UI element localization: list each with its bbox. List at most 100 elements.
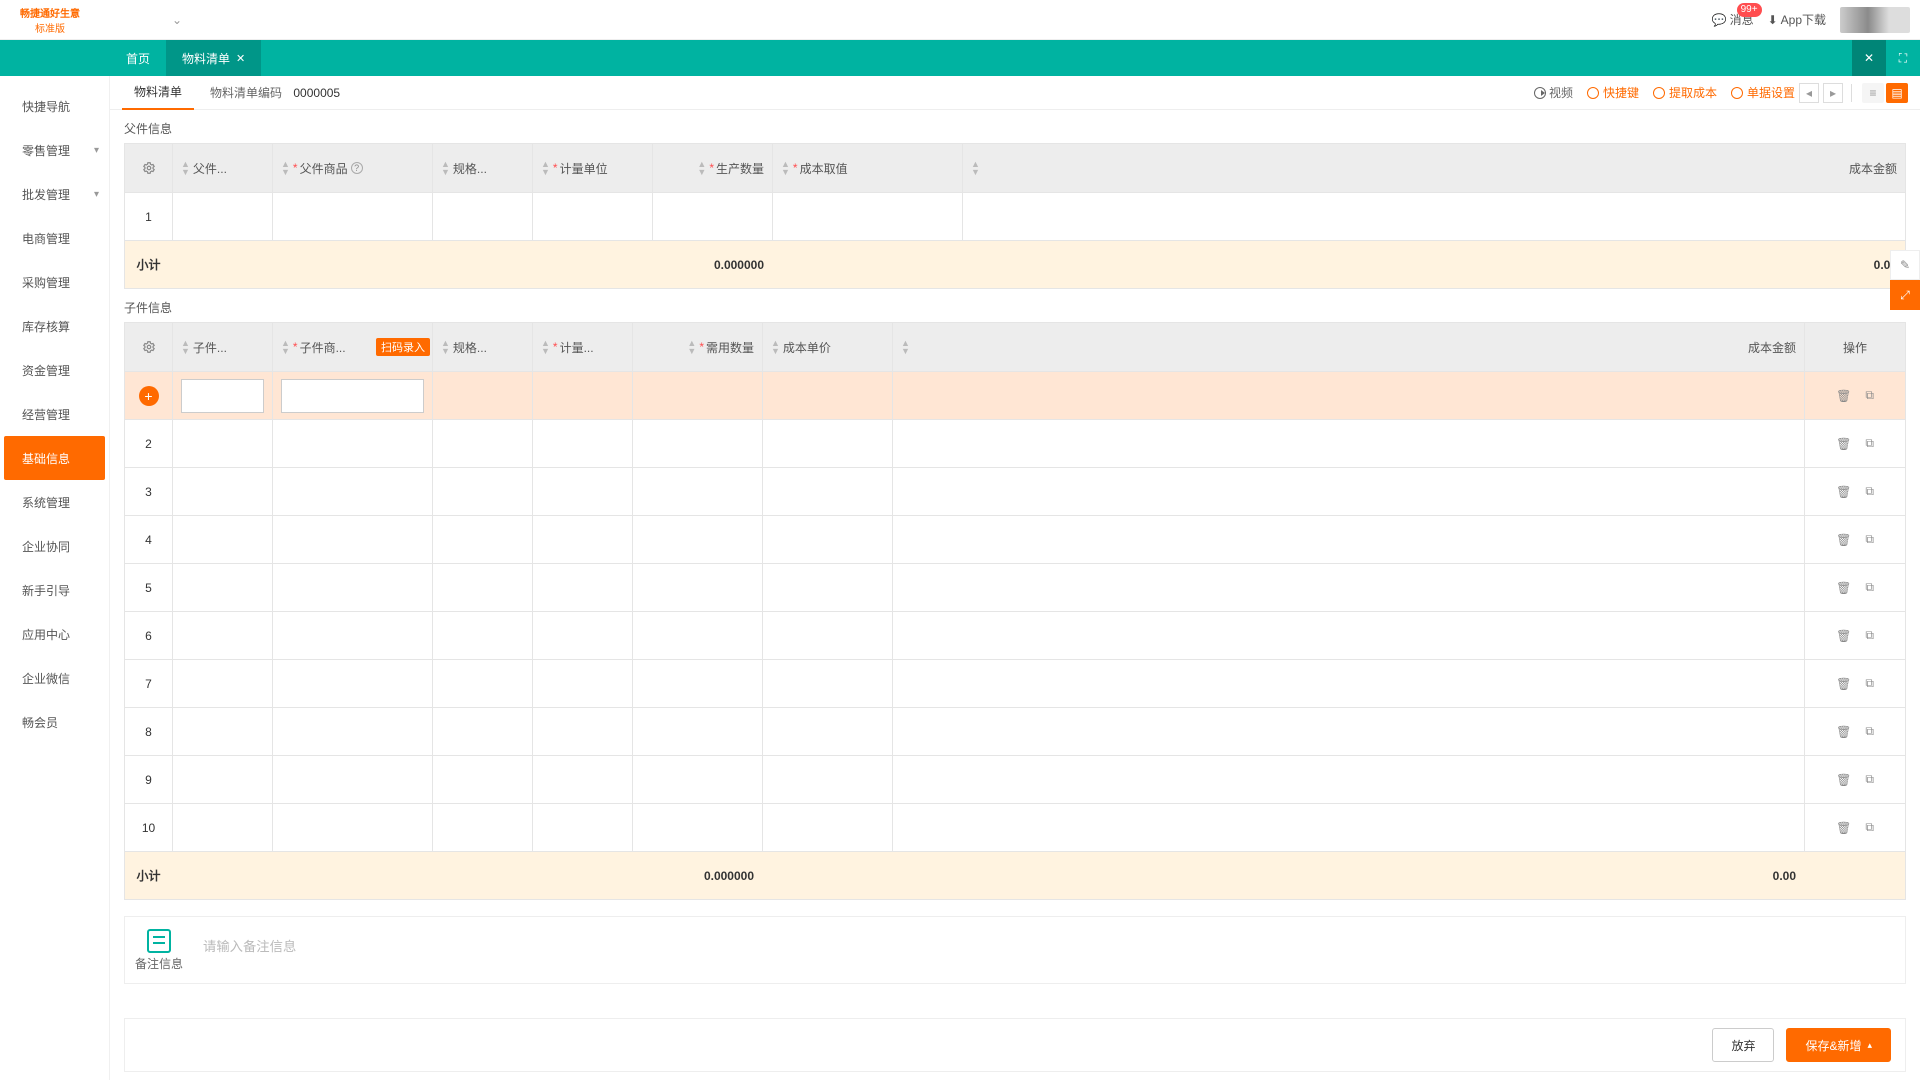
sidebar-item-wholesale[interactable]: 批发管理▾ xyxy=(0,172,109,216)
cell[interactable] xyxy=(763,420,893,467)
edit-tool-button[interactable]: ✎ xyxy=(1890,250,1920,280)
cell[interactable] xyxy=(273,516,433,563)
child-row-active[interactable]: + 🗑⧉ xyxy=(125,371,1905,419)
view-form-button[interactable]: ▤ xyxy=(1886,83,1908,103)
cell[interactable] xyxy=(533,612,633,659)
avatar[interactable] xyxy=(1840,7,1910,33)
messages-button[interactable]: 💬 消息 99+ xyxy=(1712,11,1754,28)
sidebar-item-appcenter[interactable]: 应用中心 xyxy=(0,612,109,656)
cell[interactable] xyxy=(533,804,633,851)
col-child-code[interactable]: ▲▼子件... xyxy=(173,323,273,371)
cell[interactable] xyxy=(533,468,633,515)
sidebar-item-ecommerce[interactable]: 电商管理 xyxy=(0,216,109,260)
cell[interactable] xyxy=(433,468,533,515)
next-doc-button[interactable]: ▸ xyxy=(1823,83,1843,103)
gear-icon[interactable] xyxy=(125,144,173,192)
col-child-unit[interactable]: ▲▼*计量... xyxy=(533,323,633,371)
subtab-bom[interactable]: 物料清单 xyxy=(122,76,194,110)
cell[interactable] xyxy=(633,708,763,755)
delete-row-icon[interactable]: 🗑 xyxy=(1836,773,1851,787)
cell[interactable] xyxy=(533,756,633,803)
sidebar-item-retail[interactable]: 零售管理▾ xyxy=(0,128,109,172)
sidebar-item-member[interactable]: 畅会员 xyxy=(0,700,109,744)
tab-home[interactable]: 首页 xyxy=(110,40,166,76)
delete-row-icon[interactable]: 🗑 xyxy=(1836,821,1851,835)
cell[interactable] xyxy=(273,564,433,611)
sidebar-item-operation[interactable]: 经营管理 xyxy=(0,392,109,436)
delete-row-icon[interactable]: 🗑 xyxy=(1836,725,1851,739)
cell[interactable] xyxy=(273,420,433,467)
copy-row-icon[interactable]: ⧉ xyxy=(1865,820,1874,835)
close-icon[interactable]: ✕ xyxy=(236,52,245,65)
cell[interactable] xyxy=(173,468,273,515)
add-row-button[interactable]: + xyxy=(139,386,159,406)
cell[interactable] xyxy=(533,516,633,563)
view-list-button[interactable]: ≡ xyxy=(1862,83,1884,103)
col-parent-unit[interactable]: ▲▼*计量单位 xyxy=(533,144,653,192)
cell[interactable] xyxy=(633,420,763,467)
extract-cost-button[interactable]: 提取成本 xyxy=(1653,84,1717,101)
sidebar-item-basicinfo[interactable]: 基础信息 xyxy=(4,436,105,480)
cell[interactable] xyxy=(173,804,273,851)
col-parent-code[interactable]: ▲▼父件... xyxy=(173,144,273,192)
sidebar-item-wechat[interactable]: 企业微信 xyxy=(0,656,109,700)
cell[interactable] xyxy=(633,372,763,419)
cell[interactable] xyxy=(173,516,273,563)
app-download-button[interactable]: ⬇ App下载 xyxy=(1768,11,1826,28)
cell[interactable] xyxy=(763,564,893,611)
cell[interactable] xyxy=(633,756,763,803)
cell[interactable] xyxy=(173,756,273,803)
col-child-price[interactable]: ▲▼成本单价 xyxy=(763,323,893,371)
doc-settings-button[interactable]: 单据设置 xyxy=(1731,84,1795,101)
delete-row-icon[interactable]: 🗑 xyxy=(1836,581,1851,595)
cell[interactable] xyxy=(773,193,963,240)
tab-close-all-button[interactable]: ✕ xyxy=(1852,40,1886,76)
child-row[interactable]: 5🗑⧉ xyxy=(125,563,1905,611)
cell[interactable] xyxy=(173,612,273,659)
cell[interactable] xyxy=(893,756,1805,803)
sidebar-item-system[interactable]: 系统管理 xyxy=(0,480,109,524)
cell[interactable] xyxy=(893,420,1805,467)
delete-row-icon[interactable]: 🗑 xyxy=(1836,677,1851,691)
cell[interactable] xyxy=(433,372,533,419)
cell[interactable] xyxy=(433,612,533,659)
cell[interactable] xyxy=(173,660,273,707)
cell[interactable] xyxy=(633,804,763,851)
cell[interactable] xyxy=(633,468,763,515)
col-parent-amount[interactable]: ▲▼成本金额 xyxy=(963,144,1905,192)
copy-row-icon[interactable]: ⧉ xyxy=(1865,580,1874,595)
cell[interactable] xyxy=(763,804,893,851)
copy-row-icon[interactable]: ⧉ xyxy=(1865,436,1874,451)
video-help-button[interactable]: 视频 xyxy=(1534,84,1573,101)
cell[interactable] xyxy=(653,193,773,240)
cell[interactable] xyxy=(173,708,273,755)
cell[interactable] xyxy=(173,564,273,611)
col-child-spec[interactable]: ▲▼规格... xyxy=(433,323,533,371)
cell[interactable] xyxy=(763,756,893,803)
cell[interactable] xyxy=(763,372,893,419)
child-row[interactable]: 8🗑⧉ xyxy=(125,707,1905,755)
cell[interactable] xyxy=(433,756,533,803)
col-parent-costsrc[interactable]: ▲▼*成本取值 xyxy=(773,144,963,192)
delete-row-icon[interactable]: 🗑 xyxy=(1836,629,1851,643)
copy-row-icon[interactable]: ⧉ xyxy=(1865,628,1874,643)
cell[interactable] xyxy=(273,756,433,803)
cell[interactable] xyxy=(893,612,1805,659)
col-child-qty[interactable]: ▲▼*需用数量 xyxy=(633,323,763,371)
cell[interactable] xyxy=(533,372,633,419)
cell[interactable] xyxy=(273,468,433,515)
cell[interactable] xyxy=(633,516,763,563)
cell[interactable] xyxy=(533,193,653,240)
remark-input[interactable] xyxy=(193,930,1905,970)
cell[interactable] xyxy=(633,612,763,659)
delete-row-icon[interactable]: 🗑 xyxy=(1836,485,1851,499)
cell[interactable] xyxy=(763,708,893,755)
col-parent-qty[interactable]: ▲▼*生产数量 xyxy=(653,144,773,192)
cell[interactable] xyxy=(273,804,433,851)
sidebar-item-collab[interactable]: 企业协同 xyxy=(0,524,109,568)
cell[interactable] xyxy=(173,372,273,419)
prev-doc-button[interactable]: ◂ xyxy=(1799,83,1819,103)
copy-row-icon[interactable]: ⧉ xyxy=(1865,772,1874,787)
company-selector[interactable]: ⌄ xyxy=(110,11,182,28)
child-row[interactable]: 3🗑⧉ xyxy=(125,467,1905,515)
